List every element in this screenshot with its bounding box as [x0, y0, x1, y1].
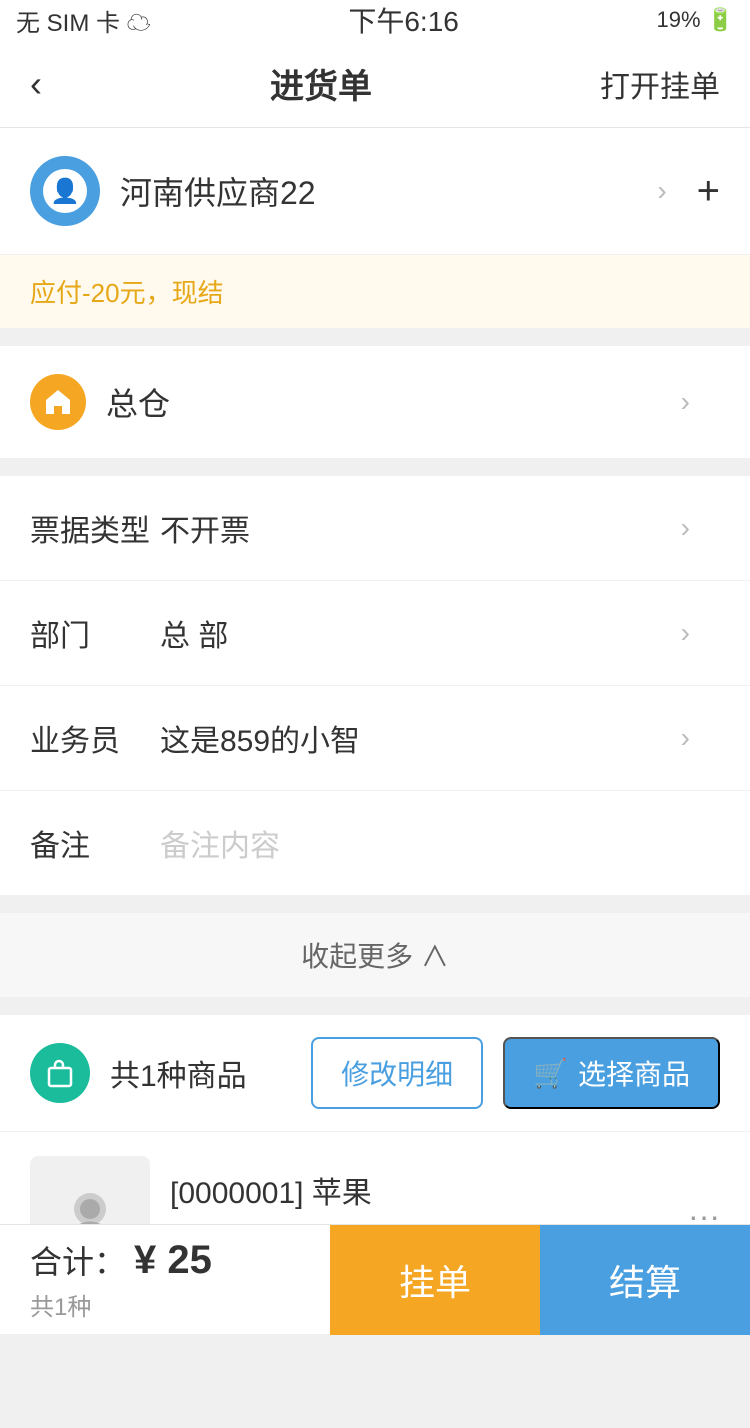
supplier-name: 河南供应商22 [120, 168, 316, 214]
total-section: 合计： ¥ 25 共1种 [0, 1237, 330, 1322]
invoice-type-value: 不开票 [160, 506, 681, 550]
product-name: [0000001] 苹果 [170, 1168, 668, 1212]
supplier-row[interactable]: 👤 河南供应商22 › + [0, 128, 750, 255]
chevron-right-icon: › [681, 512, 690, 544]
sim-label: 无 SIM 卡 ☁ [16, 3, 151, 38]
remark-placeholder: 备注内容 [160, 821, 720, 865]
hang-order-button[interactable]: 挂单 [330, 1225, 540, 1335]
battery-label: 19% [657, 7, 701, 33]
invoice-type-label: 票据类型 [30, 506, 160, 550]
back-button[interactable]: ‹ [30, 63, 42, 105]
bottom-bar: 合计： ¥ 25 共1种 挂单 结算 [0, 1224, 750, 1334]
add-supplier-button[interactable]: + [697, 169, 720, 214]
goods-header: 共1种商品 修改明细 🛒 选择商品 [0, 1015, 750, 1132]
house-icon [42, 386, 74, 418]
select-goods-label: 选择商品 [578, 1053, 690, 1093]
nav-bar: ‹ 进货单 打开挂单 [0, 40, 750, 128]
total-label: 合计： [30, 1237, 126, 1283]
chevron-right-icon: › [681, 386, 690, 418]
warehouse-section: 总仓 › [0, 346, 750, 458]
cart-icon: 🛒 [533, 1057, 568, 1090]
department-label: 部门 [30, 611, 160, 655]
goods-count: 共1种商品 [110, 1051, 291, 1095]
page-title: 进货单 [270, 59, 372, 108]
edit-details-button[interactable]: 修改明细 [311, 1037, 483, 1109]
product-code: [0000001] 苹果 [170, 1177, 372, 1210]
battery-icon: 🔋 [707, 7, 734, 33]
select-goods-button[interactable]: 🛒 选择商品 [503, 1037, 720, 1109]
chevron-right-icon: › [681, 722, 690, 754]
warehouse-row[interactable]: 总仓 › [0, 346, 750, 458]
remark-row[interactable]: 备注 备注内容 [0, 791, 750, 895]
warehouse-name: 总仓 [106, 379, 681, 425]
shop-bag-icon [43, 1056, 77, 1090]
collapse-label: 收起更多 ∧ [301, 935, 449, 975]
department-value: 总 部 [160, 611, 681, 655]
status-left: 无 SIM 卡 ☁ [16, 3, 151, 38]
avatar-icon: 👤 [43, 169, 87, 213]
settle-button[interactable]: 结算 [540, 1225, 750, 1335]
open-pending-button[interactable]: 打开挂单 [600, 62, 720, 106]
total-sub: 共1种 [30, 1287, 300, 1322]
invoice-type-row[interactable]: 票据类型 不开票 › [0, 476, 750, 581]
collapse-button[interactable]: 收起更多 ∧ [0, 913, 750, 997]
chevron-right-icon: › [681, 617, 690, 649]
warehouse-icon [30, 374, 86, 430]
salesperson-value: 这是859的小智 [160, 716, 681, 760]
avatar: 👤 [30, 156, 100, 226]
supplier-alert: 应付-20元，现结 [0, 255, 750, 328]
department-row[interactable]: 部门 总 部 › [0, 581, 750, 686]
total-main: 合计： ¥ 25 [30, 1237, 300, 1283]
total-amount: ¥ 25 [134, 1238, 212, 1283]
status-bar: 无 SIM 卡 ☁ 下午6:16 19% 🔋 [0, 0, 750, 40]
supplier-info: 👤 河南供应商22 [30, 156, 657, 226]
goods-icon [30, 1043, 90, 1103]
status-time: 下午6:16 [348, 0, 459, 40]
form-section: 票据类型 不开票 › 部门 总 部 › 业务员 这是859的小智 › 备注 备注… [0, 476, 750, 895]
salesperson-row[interactable]: 业务员 这是859的小智 › [0, 686, 750, 791]
salesperson-label: 业务员 [30, 716, 160, 760]
status-right: 19% 🔋 [657, 7, 734, 33]
remark-label: 备注 [30, 821, 160, 865]
supplier-section: 👤 河南供应商22 › + 应付-20元，现结 [0, 128, 750, 328]
chevron-right-icon: › [657, 175, 666, 207]
